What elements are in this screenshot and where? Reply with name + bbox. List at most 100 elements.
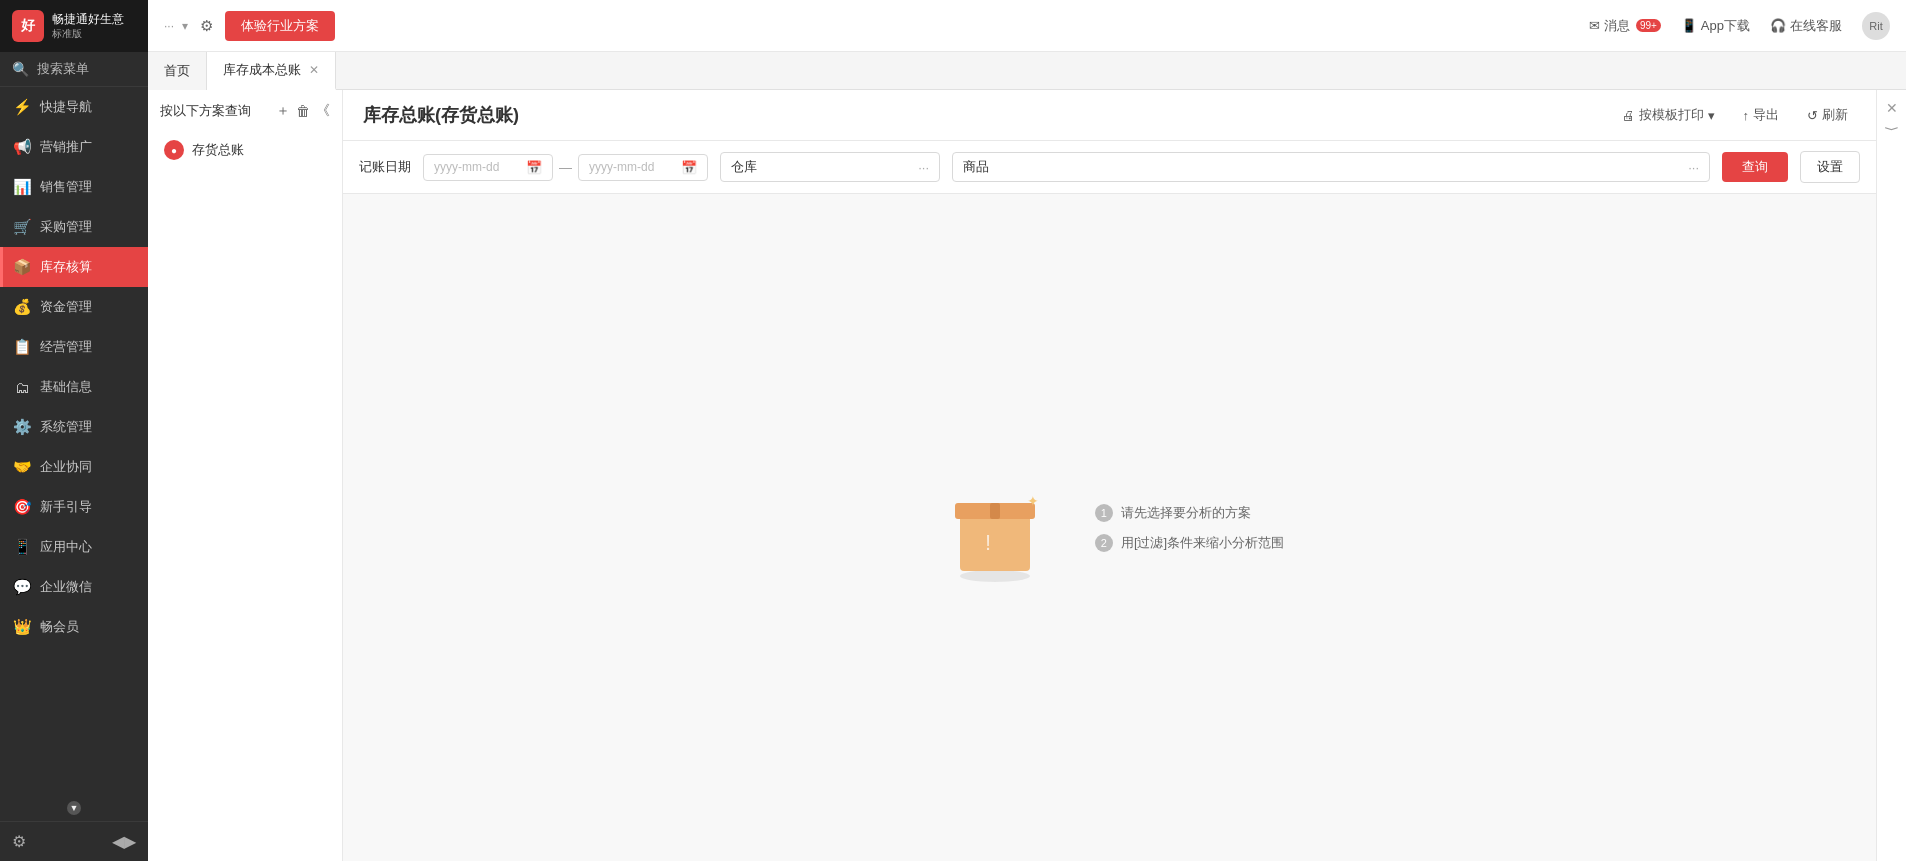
expand-icon[interactable]: ⟩ bbox=[1884, 126, 1900, 131]
refresh-icon: ↺ bbox=[1807, 108, 1818, 123]
svg-point-0 bbox=[960, 570, 1030, 582]
print-chevron-icon: ▾ bbox=[1708, 108, 1715, 123]
svg-rect-3 bbox=[990, 503, 1000, 519]
filter-item-inventory-account[interactable]: ● 存货总账 bbox=[148, 130, 342, 170]
filter-header-label: 按以下方案查询 bbox=[160, 102, 251, 120]
date-separator: — bbox=[559, 160, 572, 175]
quick-nav-icon: ⚡ bbox=[12, 98, 32, 116]
messages-btn[interactable]: ✉ 消息 99+ bbox=[1589, 17, 1661, 35]
print-icon: 🖨 bbox=[1622, 108, 1635, 123]
sidebar-item-sales[interactable]: 📊 销售管理 bbox=[0, 167, 148, 207]
date-end-input[interactable]: yyyy-mm-dd 📅 bbox=[578, 154, 708, 181]
filter-delete-btn[interactable]: 🗑 bbox=[296, 103, 310, 119]
sidebar-scroll-down[interactable]: ▼ bbox=[67, 801, 81, 815]
avatar[interactable]: Rit bbox=[1862, 12, 1890, 40]
tab-home[interactable]: 首页 bbox=[148, 52, 207, 90]
sidebar-item-business[interactable]: 📋 经营管理 bbox=[0, 327, 148, 367]
page-header-actions: 🖨 按模板打印 ▾ ↑ 导出 ↺ 刷新 bbox=[1614, 102, 1857, 128]
empty-hint-1: 1 请先选择要分析的方案 bbox=[1095, 504, 1284, 522]
collapse-icon[interactable]: ◀▶ bbox=[112, 832, 136, 851]
filter-add-btn[interactable]: ＋ bbox=[276, 102, 290, 120]
date-range: yyyy-mm-dd 📅 — yyyy-mm-dd 📅 bbox=[423, 154, 708, 181]
service-icon: 🎧 bbox=[1770, 18, 1786, 33]
hint-num-2: 2 bbox=[1095, 534, 1113, 552]
sidebar-item-system[interactable]: ⚙️ 系统管理 bbox=[0, 407, 148, 447]
sidebar-item-purchase[interactable]: 🛒 采购管理 bbox=[0, 207, 148, 247]
empty-state: ✦ ! 1 请先选择要分析的方案 2 用[过滤]条件来缩小分析范围 bbox=[343, 194, 1876, 861]
main-area: ··· ▾ ⚙ 体验行业方案 ✉ 消息 99+ 📱 App下载 🎧 在线客服 R… bbox=[148, 0, 1906, 861]
sidebar-item-quick-nav[interactable]: ⚡ 快捷导航 bbox=[0, 87, 148, 127]
date-label: 记账日期 bbox=[359, 158, 411, 176]
filter-sidebar: 按以下方案查询 ＋ 🗑 《 ● 存货总账 bbox=[148, 90, 343, 861]
topbar: ··· ▾ ⚙ 体验行业方案 ✉ 消息 99+ 📱 App下载 🎧 在线客服 R… bbox=[148, 0, 1906, 52]
empty-hint-2: 2 用[过滤]条件来缩小分析范围 bbox=[1095, 534, 1284, 552]
sales-icon: 📊 bbox=[12, 178, 32, 196]
print-template-btn[interactable]: 🖨 按模板打印 ▾ bbox=[1614, 102, 1723, 128]
filter-actions: ＋ 🗑 《 bbox=[276, 102, 330, 120]
phone-icon: 📱 bbox=[1681, 18, 1697, 33]
sidebar-nav: ⚡ 快捷导航 📢 营销推广 📊 销售管理 🛒 采购管理 📦 库存核算 💰 资金管… bbox=[0, 87, 148, 795]
hint-num-1: 1 bbox=[1095, 504, 1113, 522]
settings-icon[interactable]: ⚙ bbox=[12, 832, 26, 851]
business-icon: 📋 bbox=[12, 338, 32, 356]
tab-close-icon[interactable]: ✕ bbox=[309, 63, 319, 77]
date-start-input[interactable]: yyyy-mm-dd 📅 bbox=[423, 154, 553, 181]
sidebar-item-guide[interactable]: 🎯 新手引导 bbox=[0, 487, 148, 527]
breadcrumb-chevron: ▾ bbox=[182, 19, 188, 33]
close-icon[interactable]: ✕ bbox=[1886, 100, 1898, 116]
purchase-icon: 🛒 bbox=[12, 218, 32, 236]
calendar-start-icon: 📅 bbox=[526, 160, 542, 175]
sidebar-item-marketing[interactable]: 📢 营销推广 bbox=[0, 127, 148, 167]
query-setting-btn[interactable]: 设置 bbox=[1800, 151, 1860, 183]
tab-inventory-cost-label: 库存成本总账 bbox=[223, 61, 301, 79]
filter-item-icon: ● bbox=[164, 140, 184, 160]
filter-item-label: 存货总账 bbox=[192, 141, 244, 159]
svg-text:!: ! bbox=[985, 530, 991, 555]
sidebar-item-wechat[interactable]: 💬 企业微信 bbox=[0, 567, 148, 607]
query-search-btn[interactable]: 查询 bbox=[1722, 152, 1788, 182]
tabbar: 首页 库存成本总账 ✕ bbox=[148, 52, 1906, 90]
calendar-end-icon: 📅 bbox=[681, 160, 697, 175]
guide-icon: 🎯 bbox=[12, 498, 32, 516]
online-service-btn[interactable]: 🎧 在线客服 bbox=[1770, 17, 1842, 35]
breadcrumb-text: ··· bbox=[164, 19, 174, 33]
sidebar-item-enterprise[interactable]: 🤝 企业协同 bbox=[0, 447, 148, 487]
sidebar-item-member[interactable]: 👑 畅会员 bbox=[0, 607, 148, 647]
sidebar-logo: 好 畅捷通好生意 标准版 bbox=[0, 0, 148, 52]
sidebar-item-apps[interactable]: 📱 应用中心 bbox=[0, 527, 148, 567]
apps-icon: 📱 bbox=[12, 538, 32, 556]
wechat-icon: 💬 bbox=[12, 578, 32, 596]
sidebar-item-inventory[interactable]: 📦 库存核算 bbox=[0, 247, 148, 287]
right-close-panel: ✕ ⟩ bbox=[1876, 90, 1906, 861]
topbar-nav: ··· ▾ ⚙ 体验行业方案 bbox=[164, 11, 1581, 41]
sidebar-bottom: ⚙ ◀▶ bbox=[0, 821, 148, 861]
product-select[interactable]: 商品 ··· bbox=[952, 152, 1710, 182]
app-download-btn[interactable]: 📱 App下载 bbox=[1681, 17, 1750, 35]
industry-btn[interactable]: 体验行业方案 bbox=[225, 11, 335, 41]
page-header: 库存总账(存货总账) 🖨 按模板打印 ▾ ↑ 导出 ↺ 刷新 bbox=[343, 90, 1876, 141]
filter-collapse-btn[interactable]: 《 bbox=[316, 102, 330, 120]
tab-home-label: 首页 bbox=[164, 62, 190, 80]
export-btn[interactable]: ↑ 导出 bbox=[1735, 102, 1788, 128]
page-title: 库存总账(存货总账) bbox=[363, 103, 519, 127]
sidebar-item-finance[interactable]: 💰 资金管理 bbox=[0, 287, 148, 327]
content-area: 按以下方案查询 ＋ 🗑 《 ● 存货总账 库存总账(存货总账) 🖨 bbox=[148, 90, 1906, 861]
app-name: 畅捷通好生意 标准版 bbox=[52, 12, 124, 41]
sidebar-item-basic[interactable]: 🗂 基础信息 bbox=[0, 367, 148, 407]
app-logo-icon: 好 bbox=[12, 10, 44, 42]
warehouse-more-icon: ··· bbox=[918, 160, 929, 175]
warehouse-select[interactable]: 仓库 ··· bbox=[720, 152, 940, 182]
breadcrumb: ··· bbox=[164, 19, 174, 33]
basic-icon: 🗂 bbox=[12, 379, 32, 396]
sidebar: 好 畅捷通好生意 标准版 🔍 搜索菜单 ⚡ 快捷导航 📢 营销推广 📊 销售管理… bbox=[0, 0, 148, 861]
tab-inventory-cost[interactable]: 库存成本总账 ✕ bbox=[207, 52, 336, 90]
search-icon: 🔍 bbox=[12, 61, 29, 77]
refresh-btn[interactable]: ↺ 刷新 bbox=[1799, 102, 1856, 128]
marketing-icon: 📢 bbox=[12, 138, 32, 156]
query-bar: 记账日期 yyyy-mm-dd 📅 — yyyy-mm-dd 📅 仓库 ··· bbox=[343, 141, 1876, 194]
gear-icon[interactable]: ⚙ bbox=[196, 13, 217, 39]
empty-hints: 1 请先选择要分析的方案 2 用[过滤]条件来缩小分析范围 bbox=[1095, 504, 1284, 552]
sidebar-search[interactable]: 🔍 搜索菜单 bbox=[0, 52, 148, 87]
inventory-icon: 📦 bbox=[12, 258, 32, 276]
product-more-icon: ··· bbox=[1688, 160, 1699, 175]
